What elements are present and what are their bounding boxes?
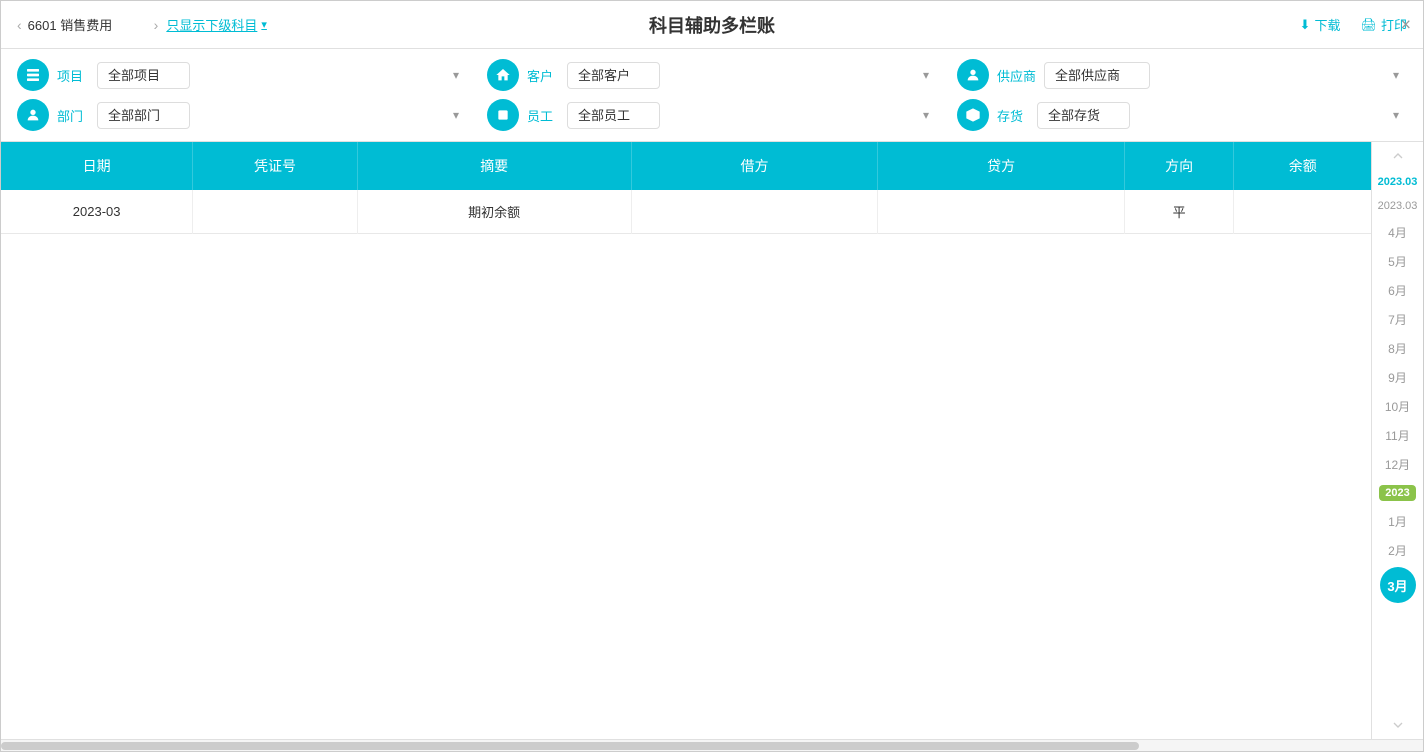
col-summary: 摘要 <box>357 142 631 190</box>
cell-date: 2023-03 <box>1 190 193 234</box>
project-icon <box>17 59 49 91</box>
col-debit: 借方 <box>631 142 878 190</box>
inventory-select[interactable]: 全部存货 <box>1037 102 1130 129</box>
department-select-wrapper: 全部部门 <box>97 102 467 129</box>
filter-area: 项目 全部项目 客户 全部客户 <box>1 49 1423 142</box>
data-table: 日期 凭证号 摘要 借方 贷方 方向 余额 2023-03 期初余额 <box>1 142 1371 234</box>
customer-select[interactable]: 全部客户 <box>567 62 660 89</box>
col-date: 日期 <box>1 142 193 190</box>
inventory-icon <box>957 99 989 131</box>
title-bar: ‹ 6601 销售费用 › 只显示下级科目 ▾ 科目辅助多栏账 ⬇ 下载 🖨 打… <box>1 1 1423 49</box>
department-icon <box>17 99 49 131</box>
cell-balance <box>1234 190 1371 234</box>
show-sub-label: 只显示下级科目 <box>166 15 257 34</box>
col-voucher: 凭证号 <box>193 142 357 190</box>
cell-debit <box>631 190 878 234</box>
employee-select-wrapper: 全部员工 <box>567 102 937 129</box>
employee-select[interactable]: 全部员工 <box>567 102 660 129</box>
table-container: 日期 凭证号 摘要 借方 贷方 方向 余额 2023-03 期初余额 <box>1 142 1371 739</box>
filter-customer: 客户 全部客户 <box>487 59 937 91</box>
supplier-select-wrapper: 全部供应商 <box>1044 62 1407 89</box>
cell-credit <box>878 190 1125 234</box>
timeline-scroll-down-button[interactable] <box>1372 711 1423 739</box>
filter-row-2: 部门 全部部门 员工 全部员工 <box>17 99 1407 131</box>
customer-label: 客户 <box>527 66 559 85</box>
close-button[interactable]: × <box>1400 14 1411 35</box>
filter-row-1: 项目 全部项目 客户 全部客户 <box>17 59 1407 91</box>
filter-employee: 员工 全部员工 <box>487 99 937 131</box>
filter-project: 项目 全部项目 <box>17 59 467 91</box>
project-label: 项目 <box>57 66 89 85</box>
employee-label: 员工 <box>527 106 559 125</box>
timeline-items: 2023.03 2023.03 4月 5月 6月 7月 8月 9月 10月 11… <box>1372 170 1423 711</box>
timeline-item-2[interactable]: 2月 <box>1372 536 1423 565</box>
department-label: 部门 <box>57 106 89 125</box>
timeline-item-2023-03-a[interactable]: 2023.03 <box>1372 170 1423 194</box>
supplier-select[interactable]: 全部供应商 <box>1044 62 1150 89</box>
timeline-sidebar: 2023.03 2023.03 4月 5月 6月 7月 8月 9月 10月 11… <box>1371 142 1423 739</box>
col-direction: 方向 <box>1124 142 1234 190</box>
filter-inventory: 存货 全部存货 <box>957 99 1407 131</box>
account-code-label: 6601 销售费用 <box>28 15 148 34</box>
col-credit: 贷方 <box>878 142 1125 190</box>
timeline-item-1[interactable]: 1月 <box>1372 507 1423 536</box>
nav-next-button[interactable]: › <box>154 17 159 33</box>
show-sub-button[interactable]: 只显示下级科目 ▾ <box>166 15 267 34</box>
download-icon: ⬇ <box>1300 17 1311 33</box>
timeline-item-11[interactable]: 11月 <box>1372 421 1423 450</box>
table-header-row: 日期 凭证号 摘要 借方 贷方 方向 余额 <box>1 142 1371 190</box>
chevron-down-icon: ▾ <box>261 18 267 31</box>
timeline-item-7[interactable]: 7月 <box>1372 305 1423 334</box>
page-title: 科目辅助多栏账 <box>649 12 775 38</box>
timeline-item-12[interactable]: 12月 <box>1372 450 1423 479</box>
cell-direction: 平 <box>1124 190 1234 234</box>
project-select[interactable]: 全部项目 <box>97 62 190 89</box>
bottom-scrollbar[interactable] <box>1 739 1423 751</box>
timeline-item-4[interactable]: 4月 <box>1372 218 1423 247</box>
inventory-label: 存货 <box>997 106 1029 125</box>
timeline-item-8[interactable]: 8月 <box>1372 334 1423 363</box>
timeline-item-5[interactable]: 5月 <box>1372 247 1423 276</box>
filter-supplier: 供应商 全部供应商 <box>957 59 1407 91</box>
customer-select-wrapper: 全部客户 <box>567 62 937 89</box>
scrollbar-thumb <box>1 742 1139 750</box>
timeline-item-9[interactable]: 9月 <box>1372 363 1423 392</box>
year-badge: 2023 <box>1379 485 1415 501</box>
download-label: 下载 <box>1314 15 1340 34</box>
timeline-item-2023-03-b[interactable]: 2023.03 <box>1372 194 1423 218</box>
timeline-item-10[interactable]: 10月 <box>1372 392 1423 421</box>
project-select-wrapper: 全部项目 <box>97 62 467 89</box>
inventory-select-wrapper: 全部存货 <box>1037 102 1407 129</box>
timeline-item-3-selected[interactable]: 3月 <box>1380 567 1416 603</box>
timeline-item-6[interactable]: 6月 <box>1372 276 1423 305</box>
supplier-icon <box>957 59 989 91</box>
department-select[interactable]: 全部部门 <box>97 102 190 129</box>
print-icon: 🖨 <box>1360 17 1377 33</box>
nav-prev-button[interactable]: ‹ <box>17 17 22 33</box>
table-row: 2023-03 期初余额 平 <box>1 190 1371 234</box>
cell-summary: 期初余额 <box>357 190 631 234</box>
supplier-label: 供应商 <box>997 66 1036 85</box>
account-nav: ‹ 6601 销售费用 › <box>17 15 158 34</box>
customer-icon <box>487 59 519 91</box>
employee-icon <box>487 99 519 131</box>
cell-voucher <box>193 190 357 234</box>
main-window: ‹ 6601 销售费用 › 只显示下级科目 ▾ 科目辅助多栏账 ⬇ 下载 🖨 打… <box>0 0 1424 752</box>
filter-department: 部门 全部部门 <box>17 99 467 131</box>
timeline-scroll-up-button[interactable] <box>1372 142 1423 170</box>
toolbar-right: ⬇ 下载 🖨 打印 <box>1300 15 1407 34</box>
download-button[interactable]: ⬇ 下载 <box>1300 15 1341 34</box>
col-balance: 余额 <box>1234 142 1371 190</box>
